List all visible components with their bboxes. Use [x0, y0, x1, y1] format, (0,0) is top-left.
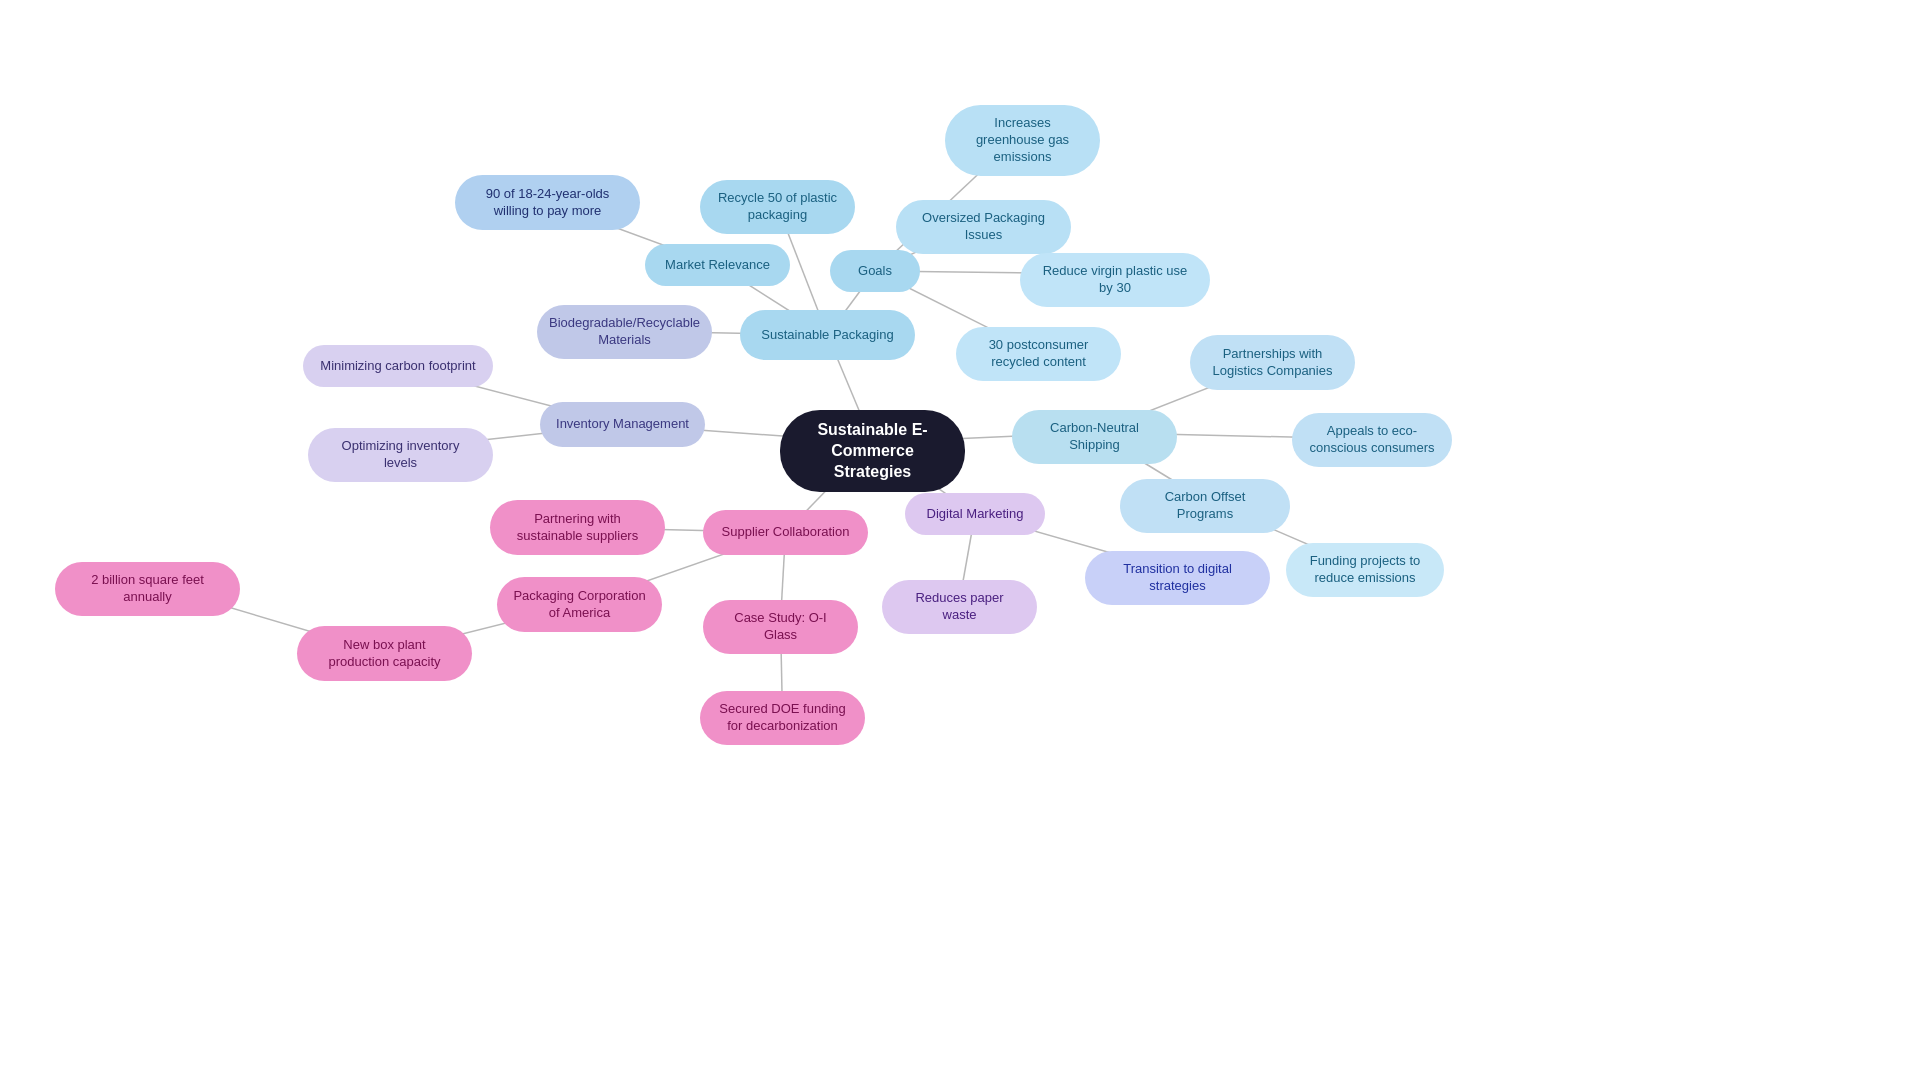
node-increases_ghg: Increases greenhouse gas emissions	[945, 105, 1100, 176]
node-carbon_offset: Carbon Offset Programs	[1120, 479, 1290, 533]
node-new_box_plant: New box plant production capacity	[297, 626, 472, 681]
node-market_relevance: Market Relevance	[645, 244, 790, 286]
node-reduce_virgin: Reduce virgin plastic use by 30	[1020, 253, 1210, 307]
node-optimizing: Optimizing inventory levels	[308, 428, 493, 482]
node-pay_more: 90 of 18-24-year-olds willing to pay mor…	[455, 175, 640, 230]
node-goals: Goals	[830, 250, 920, 292]
node-biodegradable: Biodegradable/Recyclable Materials	[537, 305, 712, 359]
node-billion_sq_ft: 2 billion square feet annually	[55, 562, 240, 616]
node-inventory_mgmt: Inventory Management	[540, 402, 705, 447]
node-packaging_corp: Packaging Corporation of America	[497, 577, 662, 632]
mind-map: Sustainable E-Commerce Strategies Sustain…	[0, 0, 1920, 1083]
node-reduces_paper: Reduces paper waste	[882, 580, 1037, 634]
node-supplier_collab: Supplier Collaboration	[703, 510, 868, 555]
node-partnering_sustainable: Partnering with sustainable suppliers	[490, 500, 665, 555]
node-postconsumer: 30 postconsumer recycled content	[956, 327, 1121, 381]
node-recycle50: Recycle 50 of plastic packaging	[700, 180, 855, 234]
node-carbon_neutral: Carbon-Neutral Shipping	[1012, 410, 1177, 464]
node-secured_doe: Secured DOE funding for decarbonization	[700, 691, 865, 745]
node-funding_projects: Funding projects to reduce emissions	[1286, 543, 1444, 597]
node-minimizing_carbon: Minimizing carbon footprint	[303, 345, 493, 387]
node-digital_marketing: Digital Marketing	[905, 493, 1045, 535]
node-sustainable_packaging: Sustainable Packaging	[740, 310, 915, 360]
node-case_study: Case Study: O-I Glass	[703, 600, 858, 654]
node-center: Sustainable E-Commerce Strategies	[780, 410, 965, 492]
node-transition_digital: Transition to digital strategies	[1085, 551, 1270, 605]
node-appeals_eco: Appeals to eco-conscious consumers	[1292, 413, 1452, 467]
node-oversized: Oversized Packaging Issues	[896, 200, 1071, 254]
node-partnerships_logistics: Partnerships with Logistics Companies	[1190, 335, 1355, 390]
